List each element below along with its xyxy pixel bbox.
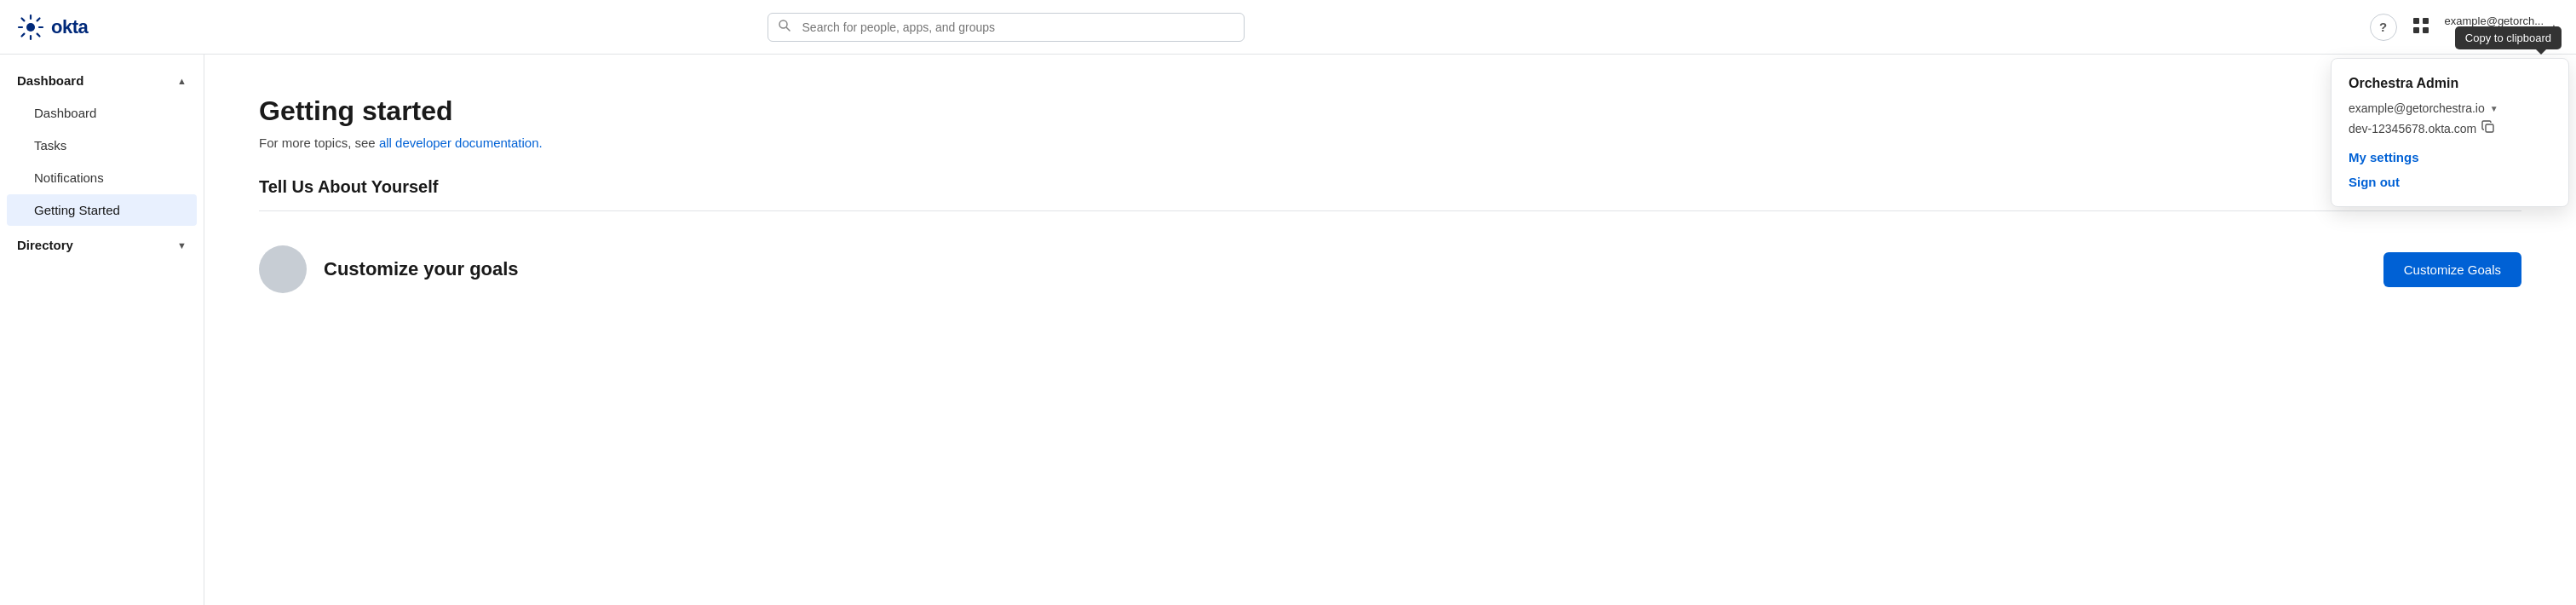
svg-line-5 [22,18,25,20]
sidebar-item-notifications[interactable]: Notifications [7,162,197,193]
svg-rect-11 [2413,18,2419,24]
sidebar-item-dashboard[interactable]: Dashboard [7,97,197,129]
copy-domain-icon[interactable] [2481,120,2495,136]
dropdown-overlay: Copy to clipboard Orchestra Admin exampl… [2331,55,2576,207]
logo-area: okta [17,14,204,41]
user-org: okta-dev-12345678 [2445,27,2544,39]
goal-avatar [259,245,307,293]
dropdown-email-row: example@getorchestra.io ▼ [2349,101,2551,115]
svg-rect-14 [2423,27,2429,33]
email-caret-icon: ▼ [2490,104,2498,113]
dropdown-domain: dev-12345678.okta.com [2349,122,2476,135]
goal-item: Customize your goals Customize Goals [259,232,2521,307]
tell-us-title: Tell Us About Yourself [259,177,2521,197]
sidebar-directory-chevron: ▼ [177,240,187,251]
svg-line-8 [22,33,25,36]
svg-line-6 [37,33,40,36]
header-right: ? example@getorch... okta-dev-12345678 ▲ [2370,14,2559,41]
svg-point-9 [779,20,787,28]
page-title: Getting started [259,95,2521,127]
search-input[interactable] [768,13,1245,42]
sidebar-directory-header[interactable]: Directory ▼ [0,229,204,261]
dropdown-admin-label: Orchestra Admin [2349,76,2551,91]
user-email-short: example@getorch... [2445,14,2544,27]
search-bar [768,13,1245,42]
chevron-up-icon: ▲ [2549,21,2559,33]
sidebar-dashboard-chevron: ▲ [177,76,187,86]
my-settings-link[interactable]: My settings [2349,150,2551,164]
user-menu-trigger[interactable]: example@getorch... okta-dev-12345678 ▲ [2445,14,2559,39]
svg-rect-13 [2413,27,2419,33]
svg-point-0 [26,23,35,32]
sidebar-item-getting-started[interactable]: Getting Started [7,194,197,226]
dropdown-email: example@getorchestra.io [2349,101,2485,115]
dropdown-domain-row: dev-12345678.okta.com [2349,120,2551,136]
svg-rect-15 [2486,124,2493,132]
customize-goals-button[interactable]: Customize Goals [2383,252,2521,287]
sidebar-dashboard-section: Dashboard ▲ Dashboard Tasks Notification… [0,65,204,226]
okta-logo-icon [17,14,44,41]
svg-line-10 [786,27,790,31]
okta-logo-text: okta [51,16,88,38]
user-info-header: example@getorch... okta-dev-12345678 [2445,14,2544,39]
sidebar-directory-section: Directory ▼ [0,229,204,261]
svg-rect-12 [2423,18,2429,24]
grid-icon[interactable] [2411,15,2431,39]
sidebar-dashboard-title: Dashboard [17,73,83,88]
help-button[interactable]: ? [2370,14,2397,41]
sidebar-dashboard-items: Dashboard Tasks Notifications Getting St… [0,97,204,226]
app-header: okta ? example@getorch... [0,0,2576,55]
search-icon [778,19,791,36]
svg-line-7 [37,18,40,20]
sidebar-directory-title: Directory [17,238,73,252]
subtitle-prefix: For more topics, see [259,135,379,150]
sidebar: Dashboard ▲ Dashboard Tasks Notification… [0,55,204,605]
goal-label: Customize your goals [324,258,519,280]
docs-link[interactable]: all developer documentation. [379,135,543,150]
sidebar-item-tasks[interactable]: Tasks [7,130,197,161]
main-content: Getting started For more topics, see all… [204,55,2576,605]
sign-out-link[interactable]: Sign out [2349,175,2551,189]
sidebar-dashboard-header[interactable]: Dashboard ▲ [0,65,204,96]
dropdown-menu: Copy to clipboard Orchestra Admin exampl… [2331,58,2569,207]
section-divider [259,210,2521,211]
getting-started-subtitle: For more topics, see all developer docum… [259,135,2521,150]
